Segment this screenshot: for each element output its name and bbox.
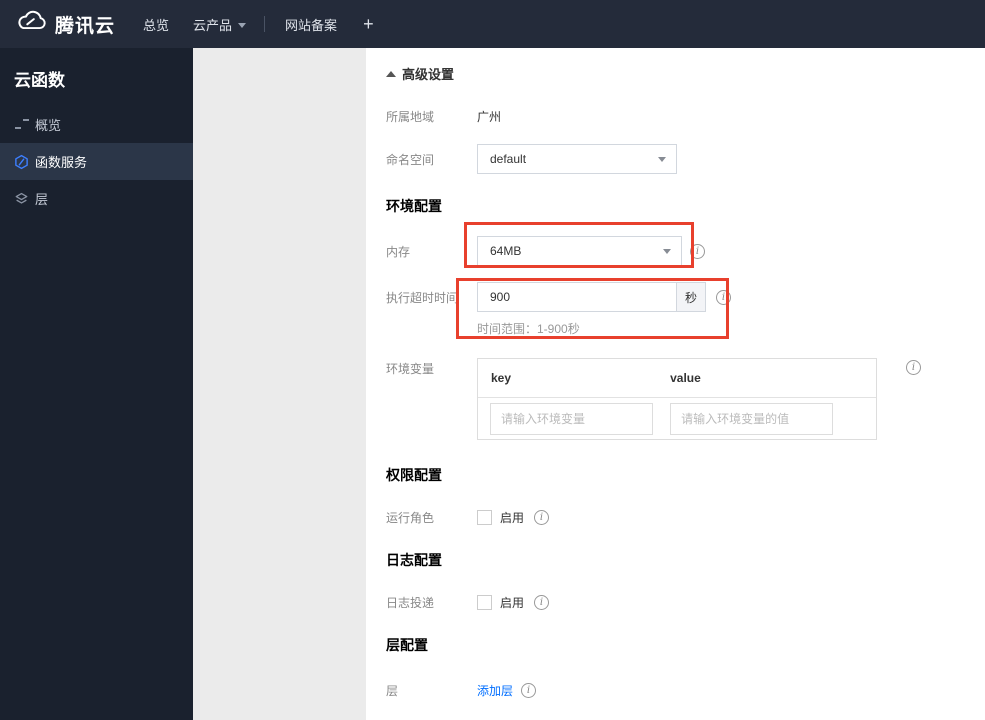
sidebar: 云函数 概览 函数服务 层 <box>0 48 193 720</box>
brand-name: 腾讯云 <box>55 15 116 37</box>
log-row: 日志投递 启用 i <box>386 594 550 610</box>
envvar-table-row <box>478 398 876 440</box>
timeout-unit: 秒 <box>676 283 705 311</box>
nav-item-products[interactable]: 云产品 <box>193 15 247 34</box>
timeout-input-group: 秒 <box>477 282 706 312</box>
role-label: 运行角色 <box>386 510 435 525</box>
envvar-label: 环境变量 <box>386 362 435 376</box>
nav-divider <box>264 16 266 32</box>
log-enable-label: 启用 <box>500 595 525 610</box>
top-nav: 腾讯云 总览 云产品 网站备案 + <box>0 0 985 48</box>
advanced-settings-label: 高级设置 <box>402 67 455 82</box>
memory-select[interactable]: 64MB <box>477 236 682 266</box>
region-row: 所属地域 广州 <box>386 109 502 124</box>
collapse-triangle-icon <box>386 70 396 77</box>
timeout-row: 执行超时时间 秒 i <box>386 282 731 312</box>
section-layer-config: 层配置 <box>386 637 428 653</box>
section-env-config: 环境配置 <box>386 198 442 214</box>
namespace-label: 命名空间 <box>386 152 435 167</box>
advanced-settings-toggle[interactable]: 高级设置 <box>386 64 454 83</box>
envvar-value-input[interactable] <box>670 403 834 435</box>
layers-icon <box>14 191 29 206</box>
sidebar-title: 云函数 <box>14 71 65 90</box>
timeout-label: 执行超时时间 <box>386 290 459 305</box>
layer-label: 层 <box>386 683 399 698</box>
role-enable-checkbox[interactable] <box>477 509 492 525</box>
sidebar-item-label: 概览 <box>35 118 62 133</box>
select-caret-icon <box>658 157 666 162</box>
role-enable-label: 启用 <box>500 510 525 525</box>
memory-info-icon[interactable]: i <box>690 243 705 259</box>
page-background-panel <box>193 48 366 720</box>
function-service-icon <box>14 154 29 169</box>
grid-icon <box>14 117 29 132</box>
memory-selected-value: 64MB <box>490 244 522 258</box>
envvar-info-icon[interactable]: i <box>906 360 921 375</box>
tencent-cloud-logo-icon <box>16 10 46 38</box>
envvar-value-header: value <box>670 371 701 385</box>
chevron-down-icon <box>238 22 247 28</box>
layer-info-icon[interactable]: i <box>521 682 537 698</box>
role-row: 运行角色 启用 i <box>386 509 550 525</box>
namespace-selected-value: default <box>490 152 527 166</box>
section-permission-config: 权限配置 <box>386 467 442 483</box>
sidebar-item-function-service[interactable]: 函数服务 <box>0 143 193 180</box>
role-info-icon[interactable]: i <box>534 509 550 525</box>
region-label: 所属地域 <box>386 109 435 124</box>
timeout-input[interactable] <box>478 283 676 311</box>
namespace-row: 命名空间 default <box>386 144 677 174</box>
sidebar-item-label: 函数服务 <box>35 155 88 170</box>
log-info-icon[interactable]: i <box>534 594 550 610</box>
sidebar-item-label: 层 <box>35 192 49 207</box>
memory-row: 内存 64MB i <box>386 236 705 266</box>
nav-item-overview[interactable]: 总览 <box>143 15 169 34</box>
envvar-table: key value <box>477 358 877 440</box>
envvar-table-header: key value <box>478 359 876 398</box>
select-caret-icon <box>663 249 671 254</box>
region-value: 广州 <box>477 109 502 124</box>
log-enable-checkbox[interactable] <box>477 594 492 610</box>
timeout-hint: 时间范围：1-900秒 <box>477 322 580 336</box>
sidebar-menu: 概览 函数服务 层 <box>0 106 193 217</box>
envvar-key-input[interactable] <box>490 403 653 435</box>
memory-label: 内存 <box>386 244 411 259</box>
section-log-config: 日志配置 <box>386 552 442 568</box>
envvar-key-header: key <box>491 371 512 385</box>
timeout-info-icon[interactable]: i <box>716 289 731 305</box>
function-config-form: 高级设置 所属地域 广州 命名空间 default 环境配置 内存 64MB i… <box>366 48 985 720</box>
sidebar-item-overview[interactable]: 概览 <box>0 106 193 143</box>
add-tab-button[interactable]: + <box>363 14 374 35</box>
nav-item-icp[interactable]: 网站备案 <box>285 15 337 34</box>
namespace-select[interactable]: default <box>477 144 677 174</box>
brand[interactable]: 腾讯云 <box>16 10 115 38</box>
sidebar-item-layers[interactable]: 层 <box>0 180 193 217</box>
log-label: 日志投递 <box>386 595 435 610</box>
add-layer-link[interactable]: 添加层 <box>477 682 513 699</box>
layer-row: 层 添加层 i <box>386 682 537 699</box>
